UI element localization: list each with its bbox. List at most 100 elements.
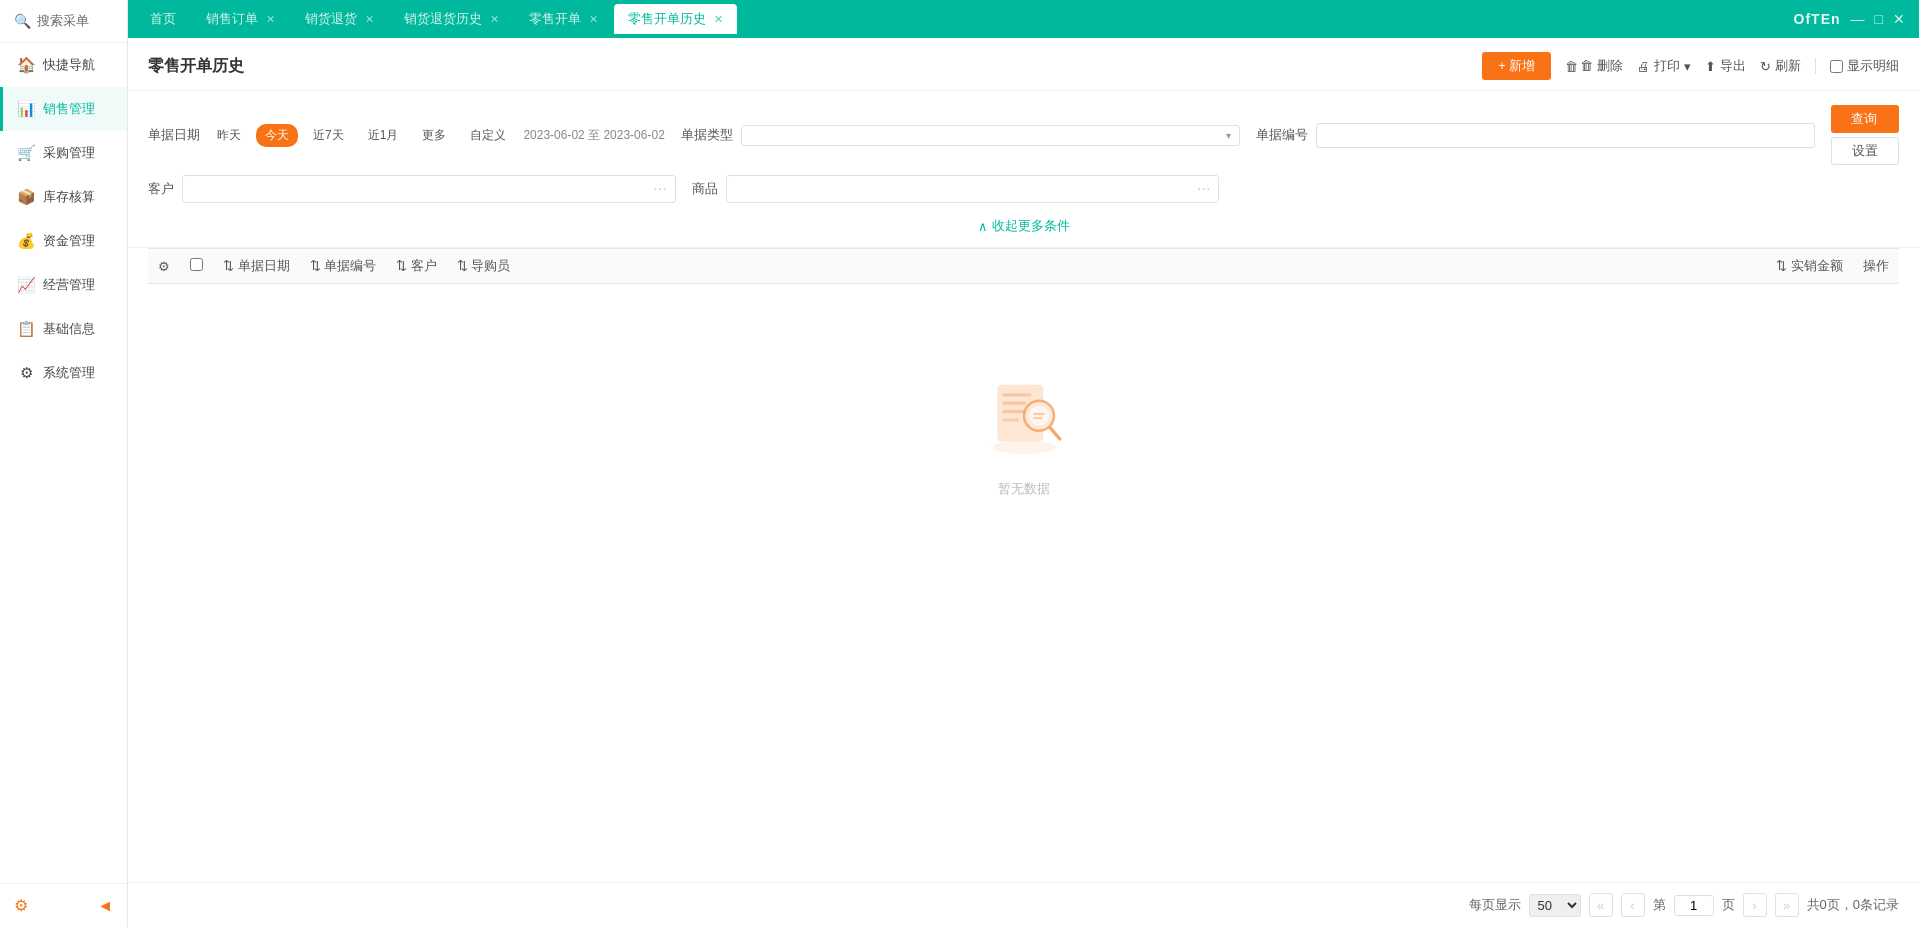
quick-nav-icon: 🏠 [17, 56, 35, 74]
pagination-bar: 每页显示 50 10 20 100 « ‹ 第 页 › » 共0页，0条记录 [128, 882, 1919, 927]
settings-footer-icon[interactable]: ⚙ [14, 896, 28, 915]
export-button[interactable]: ⬆ 导出 [1705, 57, 1746, 75]
display-detail-checkbox[interactable]: 显示明细 [1830, 57, 1899, 75]
tab-home[interactable]: 首页 [136, 4, 190, 34]
filter-doc-type-item: 单据类型 ▾ [681, 125, 1240, 146]
collapse-row: ∧ 收起更多条件 [148, 213, 1899, 237]
sidebar-item-basic-info[interactable]: 📋 基础信息 [0, 307, 127, 351]
col-no[interactable]: ⇅ 单据编号 [300, 249, 387, 284]
tab-sales-order-close[interactable]: ✕ [266, 13, 275, 26]
sidebar-item-sys-mgmt[interactable]: ⚙ 系统管理 [0, 351, 127, 395]
collapse-icon: ∧ [978, 219, 988, 234]
purchase-mgmt-icon: 🛒 [17, 144, 35, 162]
tab-retail-open-history-label: 零售开单历史 [628, 10, 706, 28]
sidebar-item-operations[interactable]: 📈 经营管理 [0, 263, 127, 307]
date-btn-7days[interactable]: 近7天 [304, 124, 353, 147]
delete-button[interactable]: 🗑 🗑 删除 [1565, 57, 1623, 75]
data-table: ⚙ ⇅ 单据日期 ⇅ 单据编号 ⇅ 客户 [148, 248, 1899, 578]
filter-area: 单据日期 昨天 今天 近7天 近1月 更多 自定义 2023-06-02 至 2… [128, 91, 1919, 248]
first-page-icon: « [1597, 898, 1604, 913]
tab-retail-open-label: 零售开单 [529, 10, 581, 28]
current-page-input[interactable] [1674, 895, 1714, 916]
display-detail-input[interactable] [1830, 60, 1843, 73]
sidebar-item-finance[interactable]: 💰 资金管理 [0, 219, 127, 263]
operations-label: 经营管理 [43, 276, 95, 294]
sidebar-item-quick-nav[interactable]: 🏠 快捷导航 [0, 43, 127, 87]
tab-sales-order[interactable]: 销售订单 ✕ [192, 4, 289, 34]
tab-retail-open-history-close[interactable]: ✕ [714, 13, 723, 26]
table-area: ⚙ ⇅ 单据日期 ⇅ 单据编号 ⇅ 客户 [128, 248, 1919, 882]
col-spacer [521, 249, 1767, 284]
filter-customer-item: 客户 ··· [148, 175, 676, 203]
page-word: 第 [1653, 896, 1666, 914]
collapse-button[interactable]: ∧ 收起更多条件 [978, 217, 1070, 235]
settings-filter-button[interactable]: 设置 [1831, 137, 1899, 165]
tab-retail-open-close[interactable]: ✕ [589, 13, 598, 26]
close-window-icon[interactable]: ✕ [1893, 11, 1905, 27]
date-btn-custom[interactable]: 自定义 [461, 124, 515, 147]
refresh-button[interactable]: ↻ 刷新 [1760, 57, 1801, 75]
empty-state: 暂无数据 [148, 284, 1899, 578]
svg-point-0 [992, 441, 1055, 454]
col-customer-label: ⇅ 客户 [396, 258, 437, 273]
minimize-icon[interactable]: — [1851, 11, 1865, 27]
col-amount[interactable]: ⇅ 实销金额 [1766, 249, 1853, 284]
filter-goods-select[interactable]: ··· [726, 175, 1220, 203]
collapse-footer-icon[interactable]: ◄ [97, 897, 113, 915]
col-customer[interactable]: ⇅ 客户 [386, 249, 447, 284]
filter-customer-select[interactable]: ··· [182, 175, 676, 203]
finance-label: 资金管理 [43, 232, 95, 250]
col-amount-label: ⇅ 实销金额 [1776, 258, 1843, 273]
tab-bar: 首页 销售订单 ✕ 销货退货 ✕ 销货退货历史 ✕ 零售开单 ✕ 零售开单历史 … [128, 0, 1919, 38]
maximize-icon[interactable]: □ [1875, 11, 1883, 27]
delete-icon: 🗑 [1565, 59, 1578, 74]
export-icon: ⬆ [1705, 59, 1716, 74]
sys-mgmt-label: 系统管理 [43, 364, 95, 382]
sidebar-item-purchase-mgmt[interactable]: 🛒 采购管理 [0, 131, 127, 175]
empty-text: 暂无数据 [998, 480, 1050, 498]
filter-doc-no-input[interactable] [1316, 123, 1815, 148]
date-btn-yesterday[interactable]: 昨天 [208, 124, 250, 147]
col-checkbox [180, 249, 213, 284]
sidebar-search[interactable]: 🔍 搜索采单 [0, 0, 127, 43]
tab-sales-return-history-close[interactable]: ✕ [490, 13, 499, 26]
add-button[interactable]: + 新增 [1482, 52, 1551, 80]
page-total-label: 共0页，0条记录 [1807, 896, 1899, 914]
last-page-button[interactable]: » [1775, 893, 1799, 917]
empty-illustration [974, 364, 1074, 464]
doc-type-arrow-icon: ▾ [1226, 130, 1231, 141]
select-all-checkbox[interactable] [190, 258, 203, 271]
tab-sales-return-close[interactable]: ✕ [365, 13, 374, 26]
sidebar-item-inventory[interactable]: 📦 库存核算 [0, 175, 127, 219]
filter-doc-type-select[interactable]: ▾ [741, 125, 1240, 146]
filter-row-2: 客户 ··· 商品 ··· [148, 175, 1899, 203]
prev-page-button[interactable]: ‹ [1621, 893, 1645, 917]
tab-sales-return[interactable]: 销货退货 ✕ [291, 4, 388, 34]
per-page-select[interactable]: 50 10 20 100 [1529, 894, 1581, 917]
first-page-button[interactable]: « [1589, 893, 1613, 917]
date-btn-more[interactable]: 更多 [413, 124, 455, 147]
basic-info-icon: 📋 [17, 320, 35, 338]
date-btn-1month[interactable]: 近1月 [359, 124, 408, 147]
tab-retail-open-history[interactable]: 零售开单历史 ✕ [614, 4, 737, 34]
delete-label: 🗑 删除 [1580, 57, 1623, 75]
export-label: 导出 [1720, 57, 1746, 75]
tab-retail-open[interactable]: 零售开单 ✕ [515, 4, 612, 34]
toolbar: + 新增 🗑 🗑 删除 🖨 打印 ▾ ⬆ 导出 ↻ 刷新 [1482, 52, 1899, 80]
date-btn-today[interactable]: 今天 [256, 124, 298, 147]
tab-home-label: 首页 [150, 10, 176, 28]
col-date[interactable]: ⇅ 单据日期 [213, 249, 300, 284]
next-page-button[interactable]: › [1743, 893, 1767, 917]
sidebar-item-sales-mgmt[interactable]: 📊 销售管理 [0, 87, 127, 131]
col-salesperson[interactable]: ⇅ 导购员 [447, 249, 521, 284]
filter-goods-item: 商品 ··· [692, 175, 1220, 203]
query-button[interactable]: 查询 [1831, 105, 1899, 133]
purchase-mgmt-label: 采购管理 [43, 144, 95, 162]
last-page-icon: » [1783, 898, 1790, 913]
svg-point-7 [1029, 406, 1049, 426]
col-settings[interactable]: ⚙ [148, 249, 180, 284]
sidebar-search-label: 搜索采单 [37, 12, 89, 30]
print-button[interactable]: 🖨 打印 ▾ [1637, 57, 1691, 75]
page-header: 零售开单历史 + 新增 🗑 🗑 删除 🖨 打印 ▾ ⬆ 导出 ↻ [128, 38, 1919, 91]
tab-sales-return-history[interactable]: 销货退货历史 ✕ [390, 4, 513, 34]
